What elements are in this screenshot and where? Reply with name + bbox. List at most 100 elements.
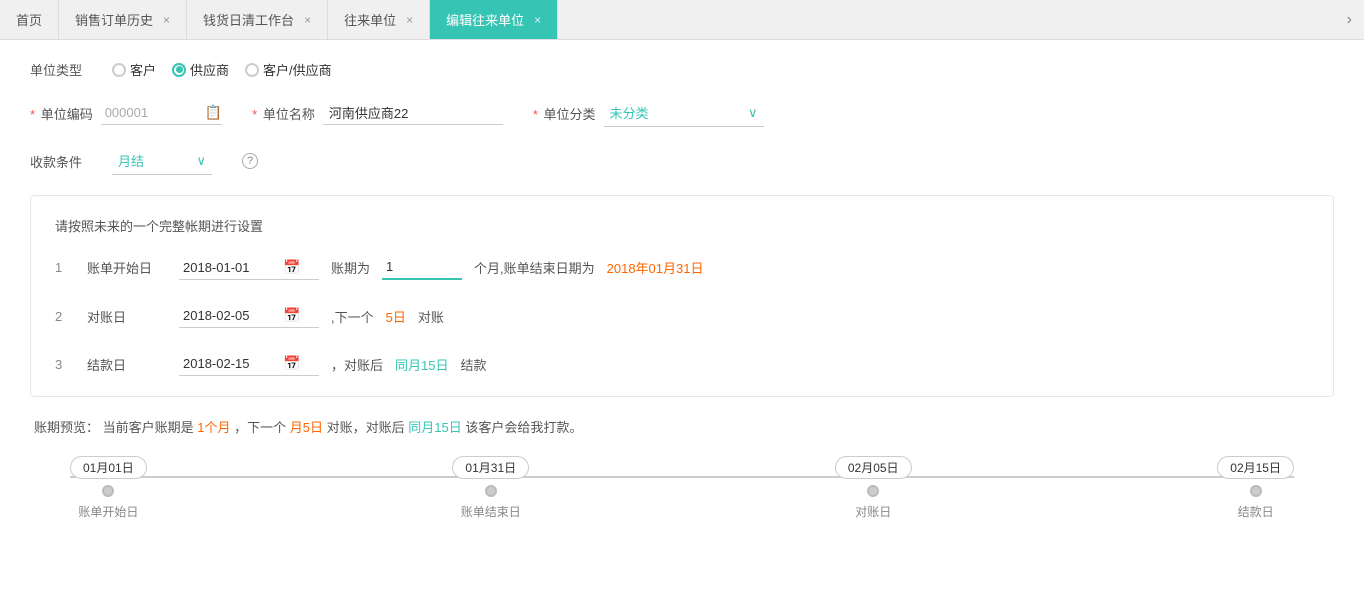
page-content: 单位类型 客户 供应商 客户/供应商 * 单位编码 📋 — [0, 40, 1364, 608]
setting-name-2: 对账日 — [87, 307, 167, 326]
preview-text2: ，下一个 — [234, 420, 286, 435]
timeline-container: 01月01日 账单开始日 01月31日 账单结束日 02月05日 对账日 02月… — [30, 456, 1334, 520]
radio-supplier-label: 供应商 — [190, 60, 229, 79]
timeline-label-4: 结款日 — [1238, 503, 1274, 520]
timeline-dot-3 — [867, 485, 879, 497]
timeline-date-4: 02月15日 — [1217, 456, 1294, 479]
preview-text1: 当前客户账期是 — [103, 420, 194, 435]
timeline-dot-2 — [485, 485, 497, 497]
tab-partner-close[interactable]: × — [406, 13, 413, 27]
setting-row2-prefix: ,下一个 — [331, 307, 374, 326]
unit-code-group: * 单位编码 📋 — [30, 101, 222, 125]
tab-sales-order-history[interactable]: 销售订单历史 × — [59, 0, 187, 39]
setting-date-3: 📅 — [179, 352, 319, 376]
setting-row3-day-highlight: 同月15日 — [395, 355, 448, 374]
setting-row-2: 2 对账日 📅 ,下一个 5日 对账 — [55, 304, 1309, 328]
setting-date-input-2[interactable] — [179, 304, 279, 327]
setting-name-3: 结款日 — [87, 355, 167, 374]
payment-condition-arrow-icon: ∨ — [197, 153, 207, 169]
unit-info-row: * 单位编码 📋 * 单位名称 * 单位分类 未分类 ∨ — [30, 99, 1334, 127]
tab-cash-label: 钱货日清工作台 — [203, 10, 294, 29]
tab-edit-partner[interactable]: 编辑往来单位 × — [430, 0, 558, 39]
radio-supplier[interactable]: 供应商 — [172, 60, 229, 79]
setting-period-suffix: 个月,账单结束日期为 — [474, 258, 595, 277]
period-input[interactable] — [382, 255, 462, 280]
preview-text3: 对账，对账后 — [327, 420, 405, 435]
timeline-node-1: 01月01日 账单开始日 — [70, 456, 147, 520]
preview-highlight-1: 1个月 — [197, 420, 230, 435]
setting-date-input-3[interactable] — [179, 352, 279, 375]
timeline-node-3: 02月05日 对账日 — [835, 456, 912, 520]
tabs-bar: 首页 销售订单历史 × 钱货日清工作台 × 往来单位 × 编辑往来单位 × › — [0, 0, 1364, 40]
unit-code-label: * 单位编码 — [30, 104, 93, 123]
tabs-expand-button[interactable]: › — [1335, 0, 1364, 39]
setting-end-date-highlight: 2018年01月31日 — [607, 258, 704, 277]
radio-customer-supplier-circle — [245, 63, 259, 77]
timeline-date-3: 02月05日 — [835, 456, 912, 479]
setting-row3-suffix: 结款 — [460, 355, 486, 374]
payment-condition-value: 月结 — [118, 151, 190, 170]
unit-category-star: * — [533, 107, 538, 122]
timeline-label-2: 账单结束日 — [461, 503, 521, 520]
tab-sales-label: 销售订单历史 — [75, 10, 153, 29]
setting-date-1: 📅 — [179, 256, 319, 280]
setting-row2-suffix: 对账 — [418, 307, 444, 326]
setting-calendar-icon-3[interactable]: 📅 — [283, 355, 300, 372]
unit-code-calendar-icon[interactable]: 📋 — [205, 104, 222, 121]
unit-category-label: * 单位分类 — [533, 104, 596, 123]
tab-partner-label: 往来单位 — [344, 10, 396, 29]
preview-section: 账期预览： 当前客户账期是 1个月 ，下一个 月5日 对账，对账后 同月15日 … — [30, 417, 1334, 436]
tab-partner[interactable]: 往来单位 × — [328, 0, 430, 39]
unit-type-radio-group: 客户 供应商 客户/供应商 — [112, 60, 332, 79]
timeline-node-4: 02月15日 结款日 — [1217, 456, 1294, 520]
radio-customer-supplier[interactable]: 客户/供应商 — [245, 60, 332, 79]
preview-text4: 该客户会给我打款。 — [465, 420, 582, 435]
payment-condition-select[interactable]: 月结 ∨ — [112, 147, 212, 175]
unit-name-group: * 单位名称 — [252, 101, 503, 125]
payment-condition-row: 收款条件 月结 ∨ ? — [30, 147, 1334, 175]
tab-home[interactable]: 首页 — [0, 0, 59, 39]
timeline-date-2: 01月31日 — [452, 456, 529, 479]
unit-category-group: * 单位分类 未分类 ∨ — [533, 99, 764, 127]
timeline-dot-1 — [102, 485, 114, 497]
unit-type-row: 单位类型 客户 供应商 客户/供应商 — [30, 60, 1334, 79]
unit-name-label: * 单位名称 — [252, 104, 315, 123]
unit-code-input[interactable] — [101, 101, 201, 124]
unit-category-value: 未分类 — [610, 103, 742, 122]
setting-num-2: 2 — [55, 309, 75, 324]
preview-highlight-3: 同月15日 — [408, 420, 461, 435]
preview-label: 账期预览： — [34, 420, 99, 435]
setting-name-1: 账单开始日 — [87, 258, 167, 277]
radio-customer[interactable]: 客户 — [112, 60, 156, 79]
settings-card: 请按照未来的一个完整帐期进行设置 1 账单开始日 📅 账期为 个月,账单结束日期… — [30, 195, 1334, 397]
setting-period-prefix: 账期为 — [331, 258, 370, 277]
tab-home-label: 首页 — [16, 10, 42, 29]
payment-condition-label: 收款条件 — [30, 152, 82, 171]
unit-category-arrow-icon: ∨ — [748, 105, 758, 121]
timeline-label-3: 对账日 — [855, 503, 891, 520]
radio-customer-circle — [112, 63, 126, 77]
payment-condition-help-icon[interactable]: ? — [242, 153, 258, 169]
unit-name-star: * — [252, 107, 257, 122]
setting-row-1: 1 账单开始日 📅 账期为 个月,账单结束日期为 2018年01月31日 — [55, 255, 1309, 280]
timeline-label-1: 账单开始日 — [78, 503, 138, 520]
tab-cash-work[interactable]: 钱货日清工作台 × — [187, 0, 328, 39]
setting-date-input-1[interactable] — [179, 256, 279, 279]
setting-calendar-icon-1[interactable]: 📅 — [283, 259, 300, 276]
setting-row-3: 3 结款日 📅 ，对账后 同月15日 结款 — [55, 352, 1309, 376]
tab-cash-close[interactable]: × — [304, 13, 311, 27]
setting-date-2: 📅 — [179, 304, 319, 328]
unit-category-select[interactable]: 未分类 ∨ — [604, 99, 764, 127]
unit-code-input-wrap: 📋 — [101, 101, 222, 125]
tab-edit-partner-close[interactable]: × — [534, 13, 541, 27]
setting-num-3: 3 — [55, 357, 75, 372]
tab-sales-close[interactable]: × — [163, 13, 170, 27]
radio-customer-label: 客户 — [130, 60, 156, 79]
setting-num-1: 1 — [55, 260, 75, 275]
timeline-date-1: 01月01日 — [70, 456, 147, 479]
radio-supplier-circle — [172, 63, 186, 77]
unit-name-input[interactable] — [323, 101, 503, 125]
setting-calendar-icon-2[interactable]: 📅 — [283, 307, 300, 324]
timeline-items: 01月01日 账单开始日 01月31日 账单结束日 02月05日 对账日 02月… — [70, 456, 1294, 520]
setting-row2-day-highlight: 5日 — [386, 307, 406, 326]
